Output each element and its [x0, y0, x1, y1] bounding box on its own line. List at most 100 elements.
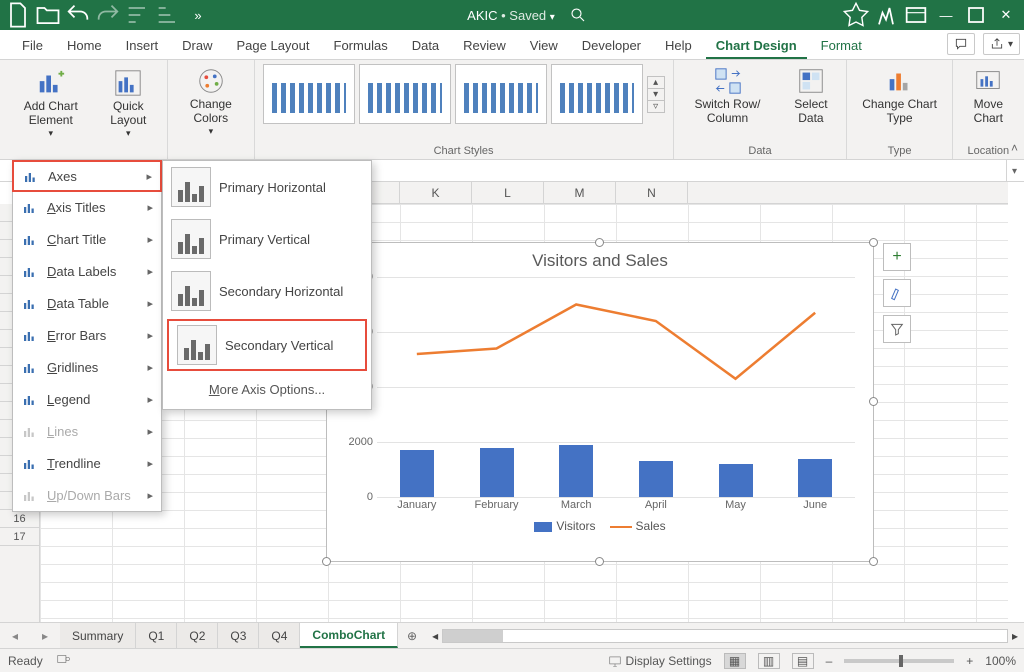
menu-item-axes[interactable]: Axes▸: [12, 160, 162, 192]
row-header[interactable]: 17: [0, 528, 39, 546]
redo-icon[interactable]: [94, 3, 122, 27]
ribbon-tab-data[interactable]: Data: [402, 33, 449, 59]
quick-layout-button[interactable]: Quick Layout▾: [98, 66, 160, 140]
ribbon-tab-developer[interactable]: Developer: [572, 33, 651, 59]
ribbon-tab-page-layout[interactable]: Page Layout: [227, 33, 320, 59]
resize-handle[interactable]: [869, 238, 878, 247]
ribbon-tab-format[interactable]: Format: [811, 33, 872, 59]
plot-area[interactable]: 02000400060008000: [377, 277, 855, 497]
move-chart-button[interactable]: Move Chart: [961, 64, 1016, 128]
sheet-nav[interactable]: ◂▸: [0, 623, 60, 648]
sheet-tab-q4[interactable]: Q4: [259, 623, 300, 648]
share-button[interactable]: ▾: [983, 33, 1020, 55]
close-button[interactable]: ✕: [992, 3, 1020, 27]
chart-styles-button[interactable]: [883, 279, 911, 307]
normal-view-button[interactable]: ▦: [724, 653, 746, 669]
column-header[interactable]: K: [400, 182, 472, 203]
sort-desc-icon[interactable]: [154, 3, 182, 27]
formula-expand-icon[interactable]: ▾: [1006, 160, 1022, 182]
x-tick-label: June: [775, 499, 855, 511]
page-layout-view-button[interactable]: ▥: [758, 653, 780, 669]
new-file-icon[interactable]: [4, 3, 32, 27]
sheet-tab-q2[interactable]: Q2: [177, 623, 218, 648]
ai-assist-icon[interactable]: [872, 3, 900, 27]
x-axis-labels: JanuaryFebruaryMarchAprilMayJune: [377, 499, 855, 511]
menu-item-data-table[interactable]: Data Table▸: [13, 287, 161, 319]
submenu-item-secondary-vertical[interactable]: Secondary Vertical: [167, 319, 367, 371]
qat-overflow-icon[interactable]: »: [184, 3, 212, 27]
ribbon-mode-icon[interactable]: [902, 3, 930, 27]
menu-item-chart-title[interactable]: Chart Title▸: [13, 223, 161, 255]
more-axis-options[interactable]: More Axis Options...: [163, 373, 371, 405]
column-header[interactable]: M: [544, 182, 616, 203]
select-data-button[interactable]: Select Data: [783, 64, 838, 128]
menu-item-error-bars[interactable]: Error Bars▸: [13, 319, 161, 351]
resize-handle[interactable]: [869, 397, 878, 406]
minimize-button[interactable]: —: [932, 3, 960, 27]
change-chart-type-button[interactable]: Change Chart Type: [855, 64, 943, 128]
page-break-view-button[interactable]: ▤: [792, 653, 814, 669]
open-file-icon[interactable]: [34, 3, 62, 27]
menu-item-data-labels[interactable]: Data Labels▸: [13, 255, 161, 287]
search-icon[interactable]: [569, 6, 587, 24]
resize-handle[interactable]: [322, 557, 331, 566]
horizontal-scrollbar[interactable]: ◂▸: [426, 623, 1024, 648]
legend-line-icon: [610, 526, 632, 528]
resize-handle[interactable]: [869, 557, 878, 566]
sheet-tab-combochart[interactable]: ComboChart: [300, 623, 398, 648]
ribbon-tab-help[interactable]: Help: [655, 33, 702, 59]
submenu-item-primary-horizontal[interactable]: Primary Horizontal: [163, 161, 371, 213]
chart-style-thumb[interactable]: [551, 64, 643, 124]
resize-handle[interactable]: [595, 238, 604, 247]
zoom-slider[interactable]: [844, 659, 954, 663]
premium-icon[interactable]: [842, 3, 870, 27]
ribbon-tab-file[interactable]: File: [12, 33, 53, 59]
embedded-chart[interactable]: + Visitors and Sales 02000400060008000 J…: [326, 242, 874, 562]
collapse-ribbon-icon[interactable]: ˄: [1011, 141, 1018, 155]
sheet-tab-q1[interactable]: Q1: [136, 623, 177, 648]
chart-styles-gallery[interactable]: ▴▾▿: [263, 64, 665, 124]
menu-item-gridlines[interactable]: Gridlines▸: [13, 351, 161, 383]
undo-icon[interactable]: [64, 3, 92, 27]
chart-style-thumb[interactable]: [359, 64, 451, 124]
status-ready: Ready: [8, 654, 43, 668]
sort-asc-icon[interactable]: [124, 3, 152, 27]
resize-handle[interactable]: [595, 557, 604, 566]
row-header[interactable]: 16: [0, 510, 39, 528]
zoom-out-button[interactable]: –: [826, 654, 833, 668]
chart-style-thumb[interactable]: [263, 64, 355, 124]
ribbon-tab-formulas[interactable]: Formulas: [324, 33, 398, 59]
submenu-item-primary-vertical[interactable]: Primary Vertical: [163, 213, 371, 265]
add-chart-element-button[interactable]: Add Chart Element▾: [8, 66, 94, 140]
change-colors-button[interactable]: Change Colors▾: [176, 64, 245, 138]
ribbon-tab-insert[interactable]: Insert: [116, 33, 169, 59]
new-sheet-button[interactable]: ⊕: [398, 623, 426, 648]
menu-item-legend[interactable]: Legend▸: [13, 383, 161, 415]
ribbon-tab-review[interactable]: Review: [453, 33, 516, 59]
ribbon-tab-home[interactable]: Home: [57, 33, 112, 59]
chart-style-thumb[interactable]: [455, 64, 547, 124]
maximize-button[interactable]: [962, 3, 990, 27]
column-header[interactable]: N: [616, 182, 688, 203]
ribbon-tab-draw[interactable]: Draw: [172, 33, 222, 59]
menu-item-trendline[interactable]: Trendline▸: [13, 447, 161, 479]
chart-legend[interactable]: Visitors Sales: [327, 519, 873, 533]
sheet-tab-summary[interactable]: Summary: [60, 623, 136, 648]
x-tick-label: April: [616, 499, 696, 511]
display-settings-button[interactable]: Display Settings: [608, 654, 712, 668]
ribbon-tab-chart-design[interactable]: Chart Design: [706, 33, 807, 59]
sheet-tab-q3[interactable]: Q3: [218, 623, 259, 648]
chart-filters-button[interactable]: [883, 315, 911, 343]
switch-row-column-button[interactable]: Switch Row/ Column: [682, 64, 774, 128]
chart-title[interactable]: Visitors and Sales: [327, 243, 873, 273]
chart-elements-button[interactable]: +: [883, 243, 911, 271]
gallery-scroll[interactable]: ▴▾▿: [647, 76, 665, 113]
zoom-level[interactable]: 100%: [985, 654, 1016, 668]
menu-item-axis-titles[interactable]: Axis Titles▸: [13, 191, 161, 223]
ribbon-tab-view[interactable]: View: [520, 33, 568, 59]
column-header[interactable]: L: [472, 182, 544, 203]
comments-button[interactable]: [947, 33, 975, 55]
submenu-item-secondary-horizontal[interactable]: Secondary Horizontal: [163, 265, 371, 317]
macro-record-icon[interactable]: [55, 652, 71, 669]
zoom-in-button[interactable]: +: [966, 654, 973, 668]
